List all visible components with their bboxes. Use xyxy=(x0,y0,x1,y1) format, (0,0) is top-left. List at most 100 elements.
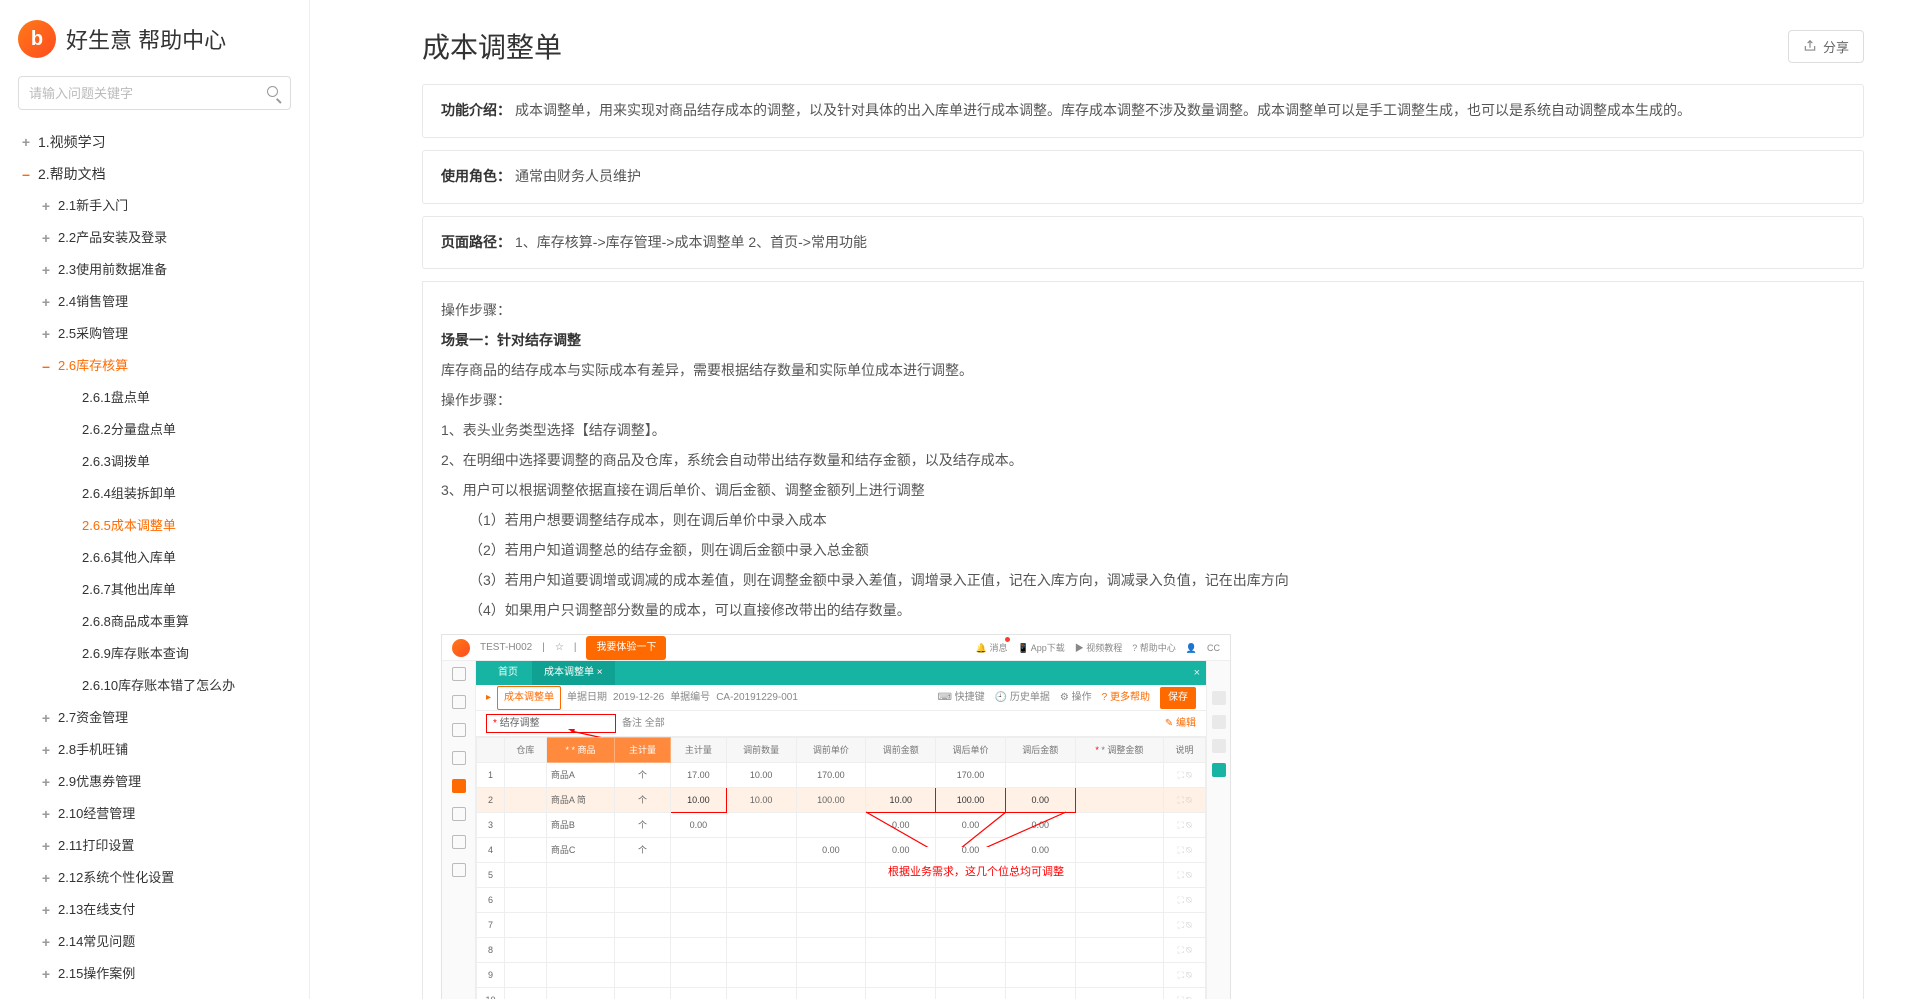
intro-box: 功能介绍：成本调整单，用来实现对商品结存成本的调整，以及针对具体的出入库单进行成… xyxy=(422,84,1864,138)
nav-label: 2.3使用前数据准备 xyxy=(58,254,167,286)
nav-label: 2.6.4组装拆卸单 xyxy=(82,478,176,510)
ss-annotation-2: 根据业务需求，这几个位总均可调整 xyxy=(846,857,1106,887)
nav-item[interactable]: 2.14常见问题 xyxy=(38,926,291,958)
step-3a: （1）若用户想要调整结存成本，则在调后单价中录入成本 xyxy=(441,506,1845,534)
nav-item[interactable]: 2.6.6其他入库单 xyxy=(82,542,291,574)
search-input[interactable] xyxy=(18,76,291,110)
nav-label: 2.6.10库存账本错了怎么办 xyxy=(82,670,235,702)
logo-icon: b xyxy=(18,20,56,58)
sidebar: b 好生意 帮助中心 1.视频学习2.帮助文档2.1新手入门2.2产品安装及登录… xyxy=(0,0,310,999)
nav-item[interactable]: 2.4销售管理 xyxy=(38,286,291,318)
nav-item[interactable]: 2.1新手入门 xyxy=(38,190,291,222)
plus-icon xyxy=(38,230,54,246)
nav-item[interactable]: 2.6.4组装拆卸单 xyxy=(82,478,291,510)
col-price-before: 调前单价 xyxy=(796,738,866,763)
nav-item[interactable]: 2.6.7其他出库单 xyxy=(82,574,291,606)
role-label: 使用角色： xyxy=(441,168,511,184)
nav-label: 2.6.8商品成本重算 xyxy=(82,606,189,638)
ss-nav-icon xyxy=(452,667,466,681)
rail-icon xyxy=(1212,739,1226,753)
nav-item[interactable]: 2.6库存核算 xyxy=(38,350,291,382)
ss-nav-icon xyxy=(452,751,466,765)
ss-avatar: 👤 xyxy=(1186,639,1197,657)
nav-item[interactable]: 2.6.2分量盘点单 xyxy=(82,414,291,446)
nav-label: 2.5采购管理 xyxy=(58,318,128,350)
col-amt-before: 调前金额 xyxy=(866,738,936,763)
plus-icon xyxy=(38,742,54,758)
table-row: 10 ⛶ ⍉ xyxy=(477,988,1206,999)
ss-ops: 操作 xyxy=(1072,692,1092,703)
search-box xyxy=(18,76,291,110)
ss-code-label: 单据编号 xyxy=(670,688,710,708)
ss-org: TEST-H002 xyxy=(480,638,532,658)
ss-date: 2019-12-26 xyxy=(613,688,664,708)
search-icon[interactable] xyxy=(267,86,281,100)
col-product: * 商品 xyxy=(546,738,614,763)
nav-item[interactable]: 2.2产品安装及登录 xyxy=(38,222,291,254)
ss-biztype-dropdown: * 结存调整 xyxy=(486,714,616,733)
nav-label: 1.视频学习 xyxy=(38,126,106,158)
scenario-heading: 场景一：针对结存调整 xyxy=(441,326,1845,354)
nav-label: 2.6.1盘点单 xyxy=(82,382,150,414)
nav-item[interactable]: 2.9优惠券管理 xyxy=(38,766,291,798)
nav-item[interactable]: 2.12系统个性化设置 xyxy=(38,862,291,894)
ss-app: 📱 App下载 xyxy=(1017,639,1064,657)
ss-form-header: ▸ 成本调整单 单据日期 2019-12-26 单据编号 CA-20191229… xyxy=(476,685,1206,711)
ss-help: ? 帮助中心 xyxy=(1132,639,1176,657)
nav-item[interactable]: 2.3使用前数据准备 xyxy=(38,254,291,286)
nav-label: 2.15操作案例 xyxy=(58,958,135,990)
step-3b: （2）若用户知道调整总的结存金额，则在调后金额中录入总金额 xyxy=(441,536,1845,564)
minus-icon xyxy=(38,358,54,374)
nav-item[interactable]: 2.6.8商品成本重算 xyxy=(82,606,291,638)
nav-item[interactable]: 1.视频学习 xyxy=(18,126,291,158)
col-price-after: 调后单价 xyxy=(936,738,1006,763)
nav-item[interactable]: 2.13在线支付 xyxy=(38,894,291,926)
steps-box: 操作步骤： 场景一：针对结存调整 库存商品的结存成本与实际成本有差异，需要根据结… xyxy=(422,281,1864,999)
nav-label: 2.1新手入门 xyxy=(58,190,128,222)
nav-item[interactable]: 2.8手机旺铺 xyxy=(38,734,291,766)
role-box: 使用角色：通常由财务人员维护 xyxy=(422,150,1864,204)
share-button[interactable]: 分享 xyxy=(1788,30,1864,63)
nav-label: 2.6.2分量盘点单 xyxy=(82,414,176,446)
nav-item[interactable]: 2.5采购管理 xyxy=(38,318,291,350)
close-icon: × xyxy=(1194,662,1200,684)
ss-nav-icon xyxy=(452,723,466,737)
nav-tree: 1.视频学习2.帮助文档2.1新手入门2.2产品安装及登录2.3使用前数据准备2… xyxy=(18,126,291,990)
nav-label: 2.6.6其他入库单 xyxy=(82,542,176,574)
ss-remark: 备注 全部 xyxy=(622,714,665,734)
ss-logo-icon xyxy=(452,639,470,657)
intro-text: 成本调整单，用来实现对商品结存成本的调整，以及针对具体的出入库单进行成本调整。库… xyxy=(515,102,1691,118)
plus-icon xyxy=(38,902,54,918)
nav-item[interactable]: 2.6.5成本调整单 xyxy=(82,510,291,542)
path-label: 页面路径： xyxy=(441,234,511,250)
intro-label: 功能介绍： xyxy=(441,102,511,118)
embedded-screenshot: TEST-H002 | ☆ | 我要体验一下 🔔 消息 📱 App下载 ▶ 视频… xyxy=(441,634,1231,999)
nav-item[interactable]: 2.11打印设置 xyxy=(38,830,291,862)
table-row: 6 ⛶ ⍉ xyxy=(477,888,1206,913)
nav-label: 2.6.5成本调整单 xyxy=(82,510,176,542)
nav-label: 2.6.7其他出库单 xyxy=(82,574,176,606)
ss-tab-home: 首页 xyxy=(486,661,530,685)
nav-item[interactable]: 2.6.3调拨单 xyxy=(82,446,291,478)
path-text: 1、库存核算->库存管理->成本调整单 2、首页->常用功能 xyxy=(515,234,867,250)
nav-label: 2.6.3调拨单 xyxy=(82,446,150,478)
ss-sidebar xyxy=(442,661,476,999)
nav-item[interactable]: 2.7资金管理 xyxy=(38,702,291,734)
ss-video: ▶ 视频教程 xyxy=(1075,639,1123,657)
col-adj: * * 调整金额 xyxy=(1075,738,1163,763)
nav-item[interactable]: 2.15操作案例 xyxy=(38,958,291,990)
nav-item[interactable]: 2.10经营管理 xyxy=(38,798,291,830)
nav-item[interactable]: 2.6.9库存账本查询 xyxy=(82,638,291,670)
ss-try-button: 我要体验一下 xyxy=(586,636,666,660)
ss-nav-icon xyxy=(452,807,466,821)
ss-nav-icon xyxy=(452,695,466,709)
nav-item[interactable]: 2.6.10库存账本错了怎么办 xyxy=(82,670,291,702)
step-2: 2、在明细中选择要调整的商品及仓库，系统会自动带出结存数量和结存金额，以及结存成… xyxy=(441,446,1845,474)
nav-label: 2.8手机旺铺 xyxy=(58,734,128,766)
nav-item[interactable]: 2.6.1盘点单 xyxy=(82,382,291,414)
site-title: 好生意 帮助中心 xyxy=(66,23,226,55)
ss-nav-icon xyxy=(452,835,466,849)
plus-icon xyxy=(38,806,54,822)
plus-icon xyxy=(38,774,54,790)
nav-item[interactable]: 2.帮助文档 xyxy=(18,158,291,190)
